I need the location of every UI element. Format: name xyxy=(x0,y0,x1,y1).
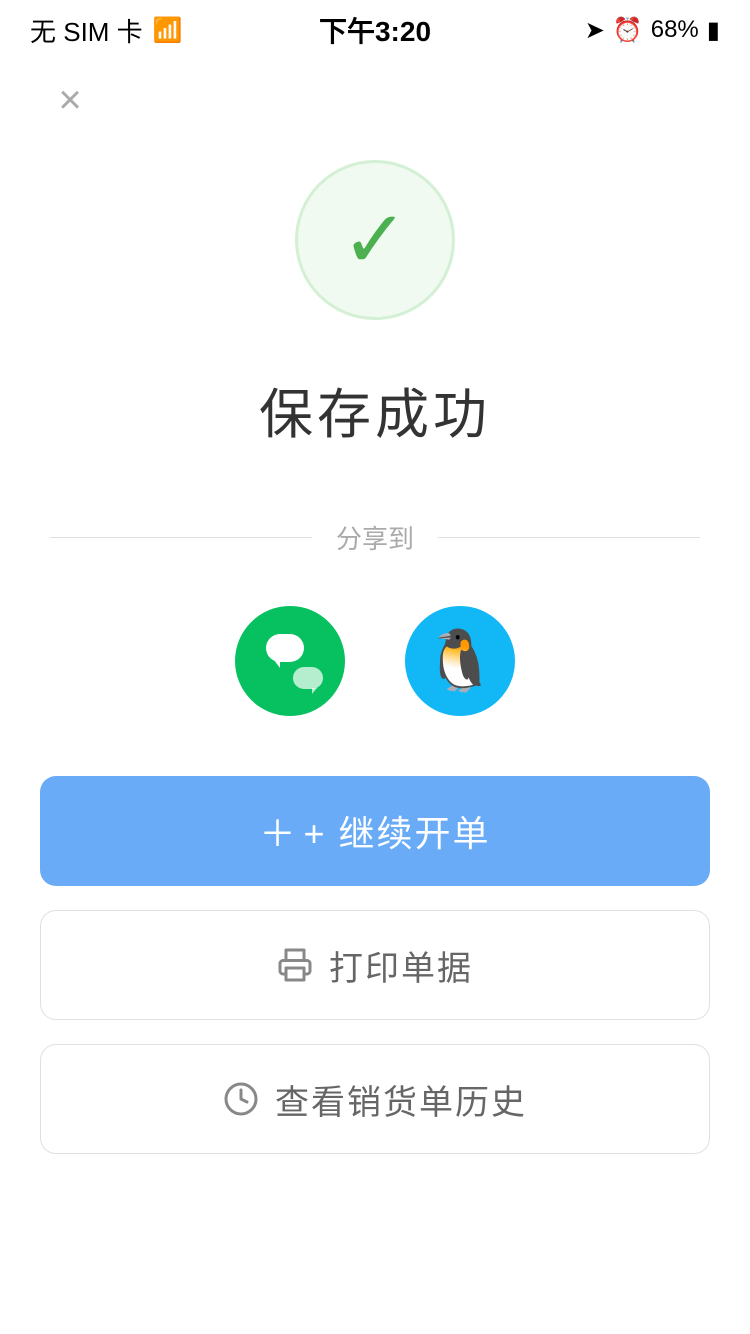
close-button[interactable]: × xyxy=(40,70,100,130)
wifi-icon: 📶 xyxy=(153,16,183,45)
history-icon xyxy=(223,1081,259,1117)
share-section: 分享到 🐧 xyxy=(0,519,750,716)
success-title: 保存成功 xyxy=(259,370,491,449)
buttons-section: ＋ + 继续开单 打印单据 查看销货单历史 xyxy=(0,776,750,1154)
print-label: 打印单据 xyxy=(329,941,473,990)
location-icon: ➤ xyxy=(585,16,605,45)
printer-icon xyxy=(277,947,313,983)
share-divider: 分享到 xyxy=(0,519,750,556)
wechat-icon-inner xyxy=(258,634,323,689)
checkmark-icon: ✓ xyxy=(341,200,408,280)
history-button[interactable]: 查看销货单历史 xyxy=(40,1044,710,1154)
continue-label: + 继续开单 xyxy=(303,805,490,857)
status-bar: 无 SIM 卡 📶 下午3:20 ➤ ⏰ 68% ▮ xyxy=(0,0,750,60)
battery-icon: ▮ xyxy=(707,16,720,45)
success-circle: ✓ xyxy=(295,160,455,320)
main-content: ✓ 保存成功 分享到 🐧 ＋ + 继 xyxy=(0,60,750,1154)
share-label: 分享到 xyxy=(312,519,438,556)
wechat-button[interactable] xyxy=(235,606,345,716)
alarm-icon: ⏰ xyxy=(613,16,643,45)
battery-percent: 68% xyxy=(651,16,699,44)
qq-button[interactable]: 🐧 xyxy=(405,606,515,716)
wechat-bubble-large xyxy=(266,634,304,662)
share-icons: 🐧 xyxy=(0,606,750,716)
qq-penguin-icon: 🐧 xyxy=(423,631,498,691)
print-button[interactable]: 打印单据 xyxy=(40,910,710,1020)
plus-icon: ＋ xyxy=(259,805,297,857)
status-time: 下午3:20 xyxy=(319,10,431,50)
status-left: 无 SIM 卡 📶 xyxy=(30,12,183,49)
divider-line-right xyxy=(438,537,700,538)
wechat-bubble-small xyxy=(293,667,323,689)
sim-status: 无 SIM 卡 xyxy=(30,12,143,49)
status-right: ➤ ⏰ 68% ▮ xyxy=(585,16,720,45)
continue-button[interactable]: ＋ + 继续开单 xyxy=(40,776,710,886)
divider-line-left xyxy=(50,537,312,538)
history-label: 查看销货单历史 xyxy=(275,1075,527,1124)
close-icon: × xyxy=(58,80,81,120)
